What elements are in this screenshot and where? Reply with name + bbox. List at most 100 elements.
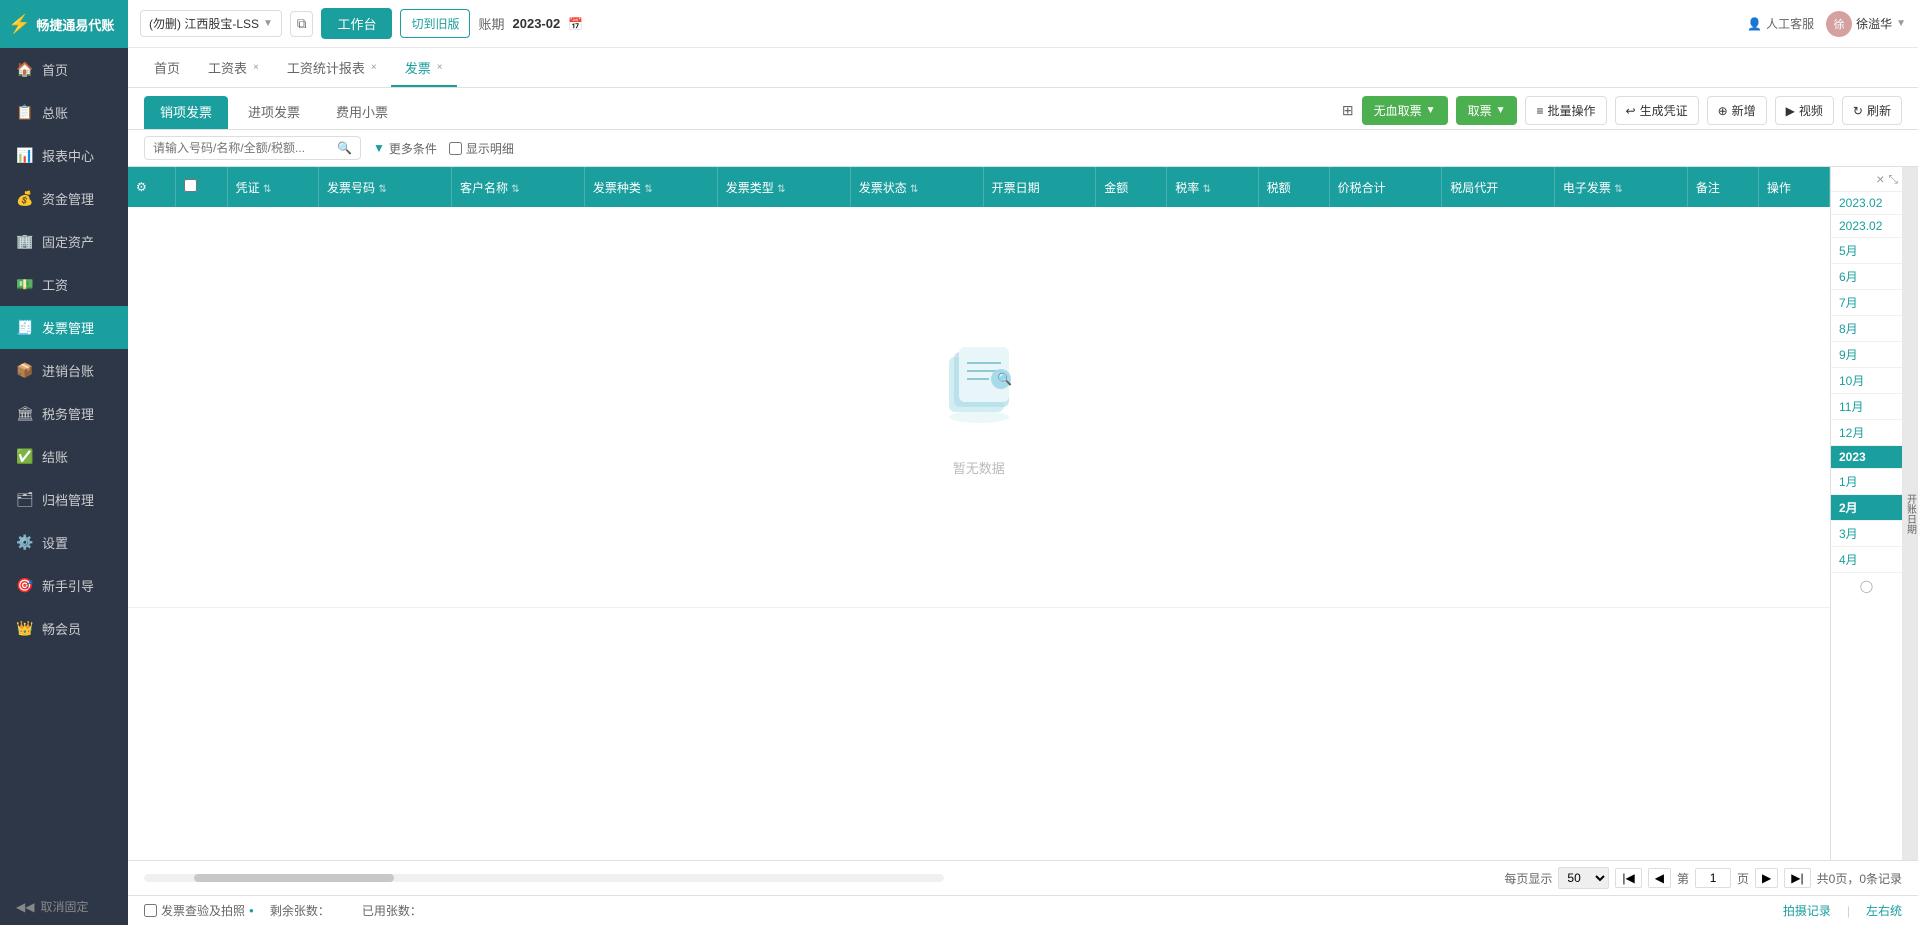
date-item-5[interactable]: 5月 (1831, 238, 1902, 264)
sidebar-item-ledger[interactable]: 📋 总账 (0, 91, 128, 134)
date-item-12[interactable]: 12月 (1831, 420, 1902, 446)
page-input[interactable] (1695, 868, 1731, 888)
refresh-icon: ↻ (1853, 104, 1863, 118)
workspace-button[interactable]: 工作台 (321, 8, 392, 39)
first-page-button[interactable]: |◀ (1615, 868, 1641, 888)
old-version-button[interactable]: 切到旧版 (400, 9, 470, 38)
gen-voucher-icon: ↩ (1626, 104, 1636, 118)
select-all-checkbox[interactable] (184, 179, 197, 192)
col-checkbox[interactable] (175, 167, 227, 207)
date-item-11[interactable]: 11月 (1831, 394, 1902, 420)
date-item-mar[interactable]: 3月 (1831, 521, 1902, 547)
col-amount[interactable]: 金额 (1096, 167, 1167, 207)
sidebar-item-reports[interactable]: 📊 报表中心 (0, 134, 128, 177)
scrollbar-track[interactable] (144, 874, 944, 882)
new-button[interactable]: ⊕ 新增 (1707, 96, 1767, 125)
col-invoice-no[interactable]: 发票号码 ⇅ (319, 167, 452, 207)
verify-checkbox-label[interactable]: 发票查验及拍照 ● (144, 902, 254, 919)
date-item-apr[interactable]: 4月 (1831, 547, 1902, 573)
date-item-2023-02-2[interactable]: 2023.02 (1831, 215, 1902, 238)
search-icon[interactable]: 🔍 (337, 141, 352, 155)
last-page-button[interactable]: ▶| (1784, 868, 1810, 888)
prev-page-button[interactable]: ◀ (1648, 868, 1671, 888)
date-item-jan[interactable]: 1月 (1831, 469, 1902, 495)
gen-voucher-button[interactable]: ↩ 生成凭证 (1615, 96, 1699, 125)
subtab-expense-receipt[interactable]: 费用小票 (320, 96, 404, 129)
col-invoice-type[interactable]: 发票种类 ⇅ (584, 167, 717, 207)
empty-state: 🔍 暂无数据 (128, 207, 1830, 607)
video-button[interactable]: ▶ 视频 (1775, 96, 1834, 125)
per-page-select[interactable]: 50 20 100 (1558, 867, 1609, 889)
col-action[interactable]: 操作 (1758, 167, 1829, 207)
panel-toggle-strip[interactable]: 开账日期 (1902, 167, 1918, 860)
scrollbar-thumb[interactable] (194, 874, 394, 882)
sidebar-item-sales-ledger[interactable]: 📦 进销台账 (0, 349, 128, 392)
show-detail-checkbox[interactable]: 显示明细 (449, 140, 514, 157)
expand-panel-button[interactable]: ◯ (1831, 573, 1902, 599)
col-remark[interactable]: 备注 (1687, 167, 1758, 207)
date-item-feb[interactable]: 2月 (1831, 495, 1902, 521)
batch-button[interactable]: ≡ 批量操作 (1525, 96, 1606, 125)
tab-invoice[interactable]: 发票 × (391, 50, 457, 87)
no-ticket-dropdown-icon: ▼ (1426, 105, 1436, 116)
add-record-link[interactable]: 拍摄记录 (1783, 902, 1831, 919)
maximize-icon[interactable]: ⤡ (1888, 172, 1898, 187)
sidebar-item-assets[interactable]: 🏢 固定资产 (0, 220, 128, 263)
date-item-9[interactable]: 9月 (1831, 342, 1902, 368)
search-input[interactable] (153, 141, 333, 155)
tab-payroll-stats[interactable]: 工资统计报表 × (273, 50, 391, 87)
close-panel-icon[interactable]: × (1876, 171, 1884, 187)
tab-payroll[interactable]: 工资表 × (194, 50, 273, 87)
sidebar-item-archive[interactable]: 🗂 归档管理 (0, 478, 128, 521)
col-tax-rate[interactable]: 税率 ⇅ (1167, 167, 1258, 207)
date-item-2023-02-1[interactable]: 2023.02 (1831, 192, 1902, 215)
subtab-purchase-invoice[interactable]: 进项发票 (232, 96, 316, 129)
date-item-7[interactable]: 7月 (1831, 290, 1902, 316)
tab-home[interactable]: 首页 (140, 50, 194, 87)
col-status[interactable]: 发票状态 ⇅ (850, 167, 983, 207)
sidebar-item-salary[interactable]: 💵 工资 (0, 263, 128, 306)
sidebar-item-invoice[interactable]: 🧾 发票管理 (0, 306, 128, 349)
date-item-8[interactable]: 8月 (1831, 316, 1902, 342)
col-settings[interactable]: ⚙ (128, 167, 175, 207)
no-ticket-button[interactable]: 无血取票 ▼ (1362, 96, 1448, 125)
tab-close-icon[interactable]: × (253, 62, 259, 73)
sidebar-item-settings[interactable]: ⚙️ 设置 (0, 521, 128, 564)
sidebar-item-close-books[interactable]: ✅ 结账 (0, 435, 128, 478)
date-year-2023[interactable]: 2023 (1831, 446, 1902, 469)
verify-checkbox[interactable] (144, 904, 157, 917)
sidebar-item-member[interactable]: 👑 畅会员 (0, 607, 128, 650)
sidebar-item-home[interactable]: 🏠 首页 (0, 48, 128, 91)
pagination: 每页显示 50 20 100 |◀ ◀ 第 页 ▶ ▶| 共0页，0条记录 (1504, 867, 1902, 889)
subtab-sales-invoice[interactable]: 销项发票 (144, 96, 228, 129)
view-link[interactable]: 左右统 (1866, 902, 1902, 919)
filter-button[interactable]: ▼ 更多条件 (373, 140, 437, 157)
show-detail-input[interactable] (449, 142, 462, 155)
calendar-icon[interactable]: 📅 (568, 17, 583, 31)
search-box[interactable]: 🔍 (144, 136, 361, 160)
date-item-10[interactable]: 10月 (1831, 368, 1902, 394)
sidebar-pin-button[interactable]: ◀◀ 取消固定 (0, 888, 128, 925)
col-invoice-category[interactable]: 发票类型 ⇅ (717, 167, 850, 207)
sidebar-item-guide[interactable]: 🎯 新手引导 (0, 564, 128, 607)
tab-close-icon[interactable]: × (371, 62, 377, 73)
col-voucher[interactable]: 凭证 ⇅ (227, 167, 318, 207)
col-tax-bureau[interactable]: 税局代开 (1442, 167, 1555, 207)
col-total[interactable]: 价税合计 (1329, 167, 1442, 207)
customer-service-button[interactable]: 👤 人工客服 (1747, 15, 1814, 32)
date-item-6[interactable]: 6月 (1831, 264, 1902, 290)
sidebar-item-finance[interactable]: 💰 资金管理 (0, 177, 128, 220)
copy-company-button[interactable]: ⧉ (290, 11, 314, 37)
sidebar-item-tax[interactable]: 🏛 税务管理 (0, 392, 128, 435)
company-selector[interactable]: (勿删) 江西股宝-LSS ▼ (140, 10, 282, 37)
col-electronic[interactable]: 电子发票 ⇅ (1554, 167, 1687, 207)
refresh-button[interactable]: ↻ 刷新 (1842, 96, 1902, 125)
user-menu[interactable]: 徐 徐溢华 ▼ (1826, 11, 1906, 37)
ticket-button[interactable]: 取票 ▼ (1456, 96, 1518, 125)
grid-icon[interactable]: ⊞ (1342, 102, 1354, 119)
col-tax[interactable]: 税额 (1258, 167, 1329, 207)
col-customer[interactable]: 客户名称 ⇅ (451, 167, 584, 207)
col-date[interactable]: 开票日期 (983, 167, 1096, 207)
next-page-button[interactable]: ▶ (1755, 868, 1778, 888)
tab-close-icon[interactable]: × (437, 62, 443, 73)
